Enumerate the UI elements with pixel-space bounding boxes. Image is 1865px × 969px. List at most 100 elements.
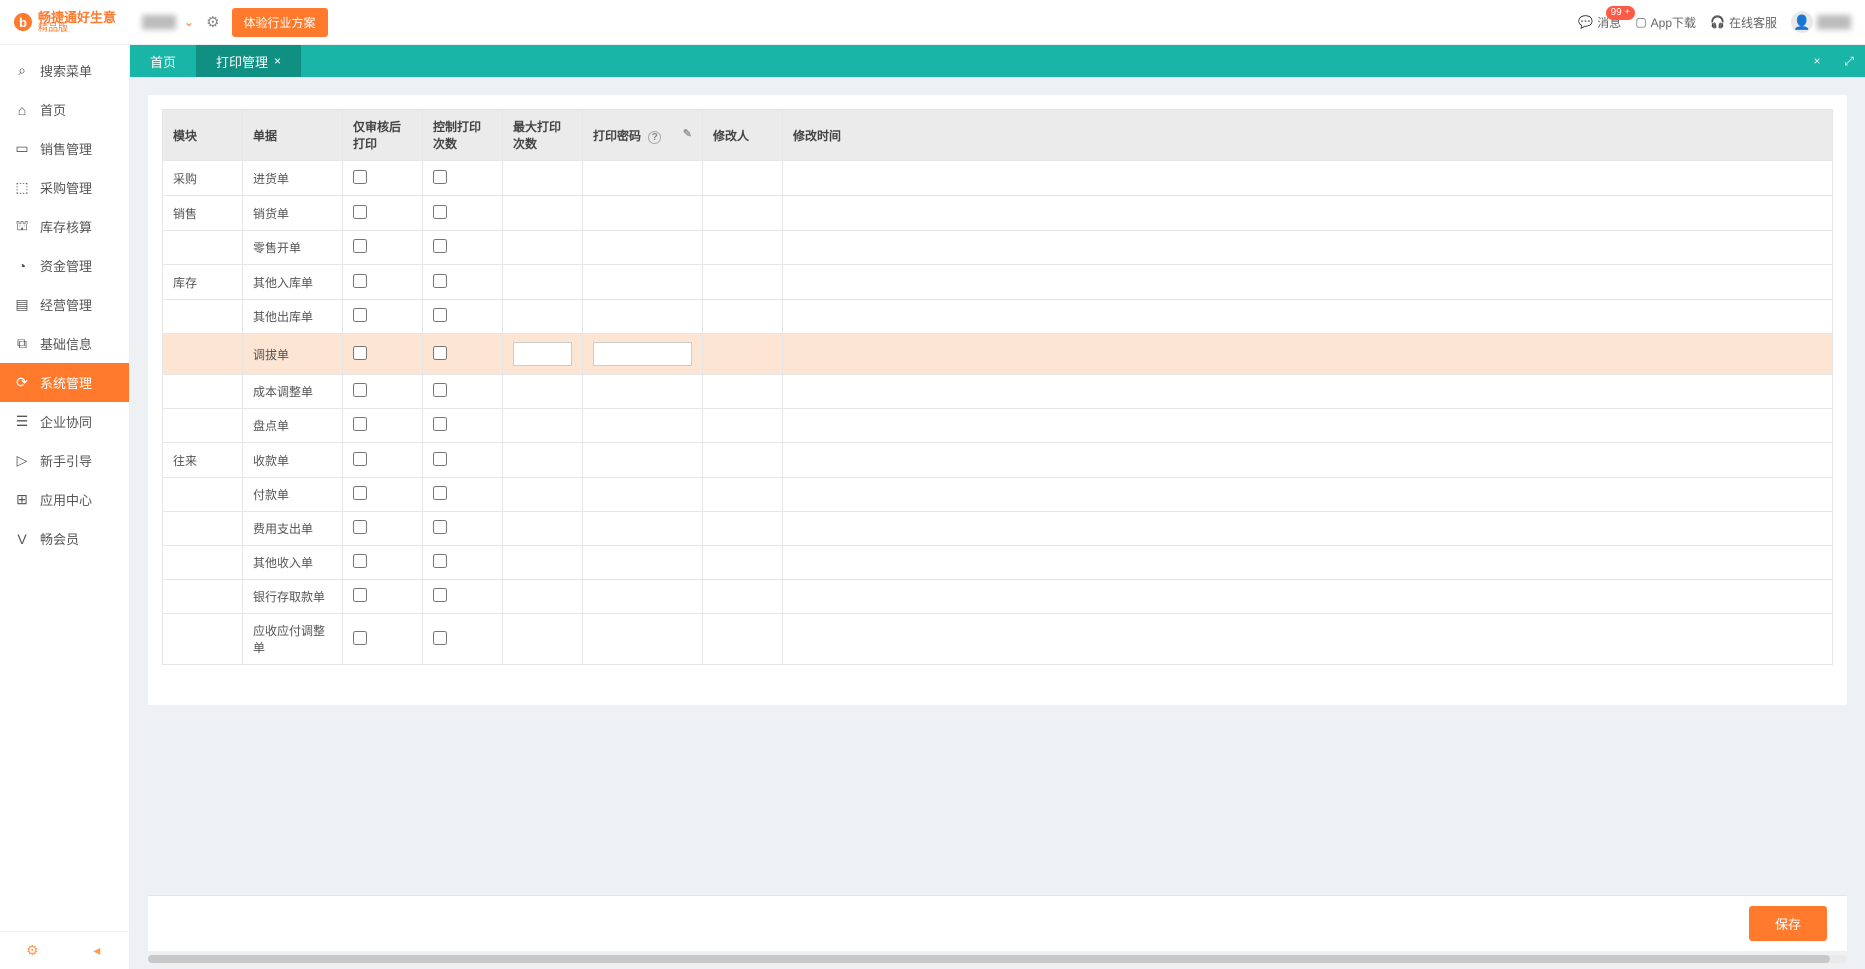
- main-shell: ⌕搜索菜单⌂首页▭销售管理⬚采购管理⛫库存核算 ◔ 资金管理 ▤经营管理⧉基础信息⟳系…: [0, 45, 1865, 969]
- cell-audit-only: [343, 231, 423, 265]
- edit-icon[interactable]: ✎: [683, 127, 692, 140]
- cell-modify-time: [783, 265, 1833, 300]
- checkbox-audit-only[interactable]: [353, 346, 367, 360]
- cell-password: [583, 614, 703, 665]
- checkbox-audit-only[interactable]: [353, 520, 367, 534]
- cell-limit-count: [423, 443, 503, 478]
- checkbox-audit-only[interactable]: [353, 631, 367, 645]
- sidebar-item-3[interactable]: ⬚采购管理: [0, 168, 129, 207]
- customer-service-link[interactable]: 🎧 在线客服: [1710, 14, 1777, 31]
- cell-modify-time: [783, 614, 1833, 665]
- sidebar-item-1[interactable]: ⌂首页: [0, 90, 129, 129]
- checkbox-audit-only[interactable]: [353, 417, 367, 431]
- checkbox-audit-only[interactable]: [353, 274, 367, 288]
- checkbox-limit-count[interactable]: [433, 486, 447, 500]
- checkbox-audit-only[interactable]: [353, 452, 367, 466]
- checkbox-limit-count[interactable]: [433, 417, 447, 431]
- checkbox-limit-count[interactable]: [433, 452, 447, 466]
- cell-module: [163, 478, 243, 512]
- checkbox-limit-count[interactable]: [433, 308, 447, 322]
- cell-module: [163, 512, 243, 546]
- messages-link[interactable]: 💬 消息 99 +: [1578, 14, 1621, 31]
- checkbox-limit-count[interactable]: [433, 554, 447, 568]
- cell-module: [163, 300, 243, 334]
- company-selector[interactable]: ████ ⌄: [142, 15, 194, 29]
- sidebar-item-10[interactable]: ▷新手引导: [0, 441, 129, 480]
- cell-audit-only: [343, 300, 423, 334]
- cell-modify-time: [783, 409, 1833, 443]
- checkbox-audit-only[interactable]: [353, 588, 367, 602]
- scrollbar-thumb[interactable]: [148, 955, 1830, 963]
- cell-modify-time: [783, 161, 1833, 196]
- checkbox-audit-only[interactable]: [353, 239, 367, 253]
- checkbox-limit-count[interactable]: [433, 239, 447, 253]
- print-settings-card: 模块 单据 仅审核后打印 控制打印次数 最大打印次数 打印密码 ? ✎ 修改人: [148, 95, 1847, 705]
- horizontal-scrollbar[interactable]: [148, 955, 1847, 965]
- th-modifier: 修改人: [703, 110, 783, 161]
- sidebar-footer: ⚙ ◂: [0, 931, 129, 969]
- tab-close-all[interactable]: ×: [1801, 45, 1833, 77]
- sidebar-item-label: 搜索菜单: [40, 61, 92, 80]
- checkbox-limit-count[interactable]: [433, 631, 447, 645]
- close-icon[interactable]: ×: [274, 54, 281, 68]
- cell-audit-only: [343, 409, 423, 443]
- checkbox-audit-only[interactable]: [353, 308, 367, 322]
- sidebar-item-5[interactable]: ◔ 资金管理: [0, 246, 129, 285]
- checkbox-audit-only[interactable]: [353, 486, 367, 500]
- cell-module: 采购: [163, 161, 243, 196]
- sidebar-item-6[interactable]: ▤经营管理: [0, 285, 129, 324]
- cell-max-count: [503, 614, 583, 665]
- input-max-count[interactable]: [513, 342, 572, 366]
- checkbox-limit-count[interactable]: [433, 520, 447, 534]
- tab-fullscreen[interactable]: ⤢: [1833, 45, 1865, 77]
- tab-0[interactable]: 首页: [130, 45, 196, 77]
- cell-audit-only: [343, 443, 423, 478]
- sidebar-icon: ◔: [14, 258, 30, 274]
- cta-button[interactable]: 体验行业方案: [232, 8, 328, 37]
- headset-icon: 🎧: [1710, 15, 1725, 29]
- cell-modify-time: [783, 546, 1833, 580]
- sidebar-list: ⌕搜索菜单⌂首页▭销售管理⬚采购管理⛫库存核算 ◔ 资金管理 ▤经营管理⧉基础信息⟳系…: [0, 45, 129, 931]
- checkbox-audit-only[interactable]: [353, 554, 367, 568]
- checkbox-audit-only[interactable]: [353, 170, 367, 184]
- checkbox-limit-count[interactable]: [433, 274, 447, 288]
- checkbox-limit-count[interactable]: [433, 346, 447, 360]
- logo-icon: b: [14, 13, 32, 31]
- company-name: ████: [142, 15, 176, 29]
- sidebar-item-2[interactable]: ▭销售管理: [0, 129, 129, 168]
- cell-max-count: [503, 196, 583, 231]
- cell-modifier: [703, 409, 783, 443]
- cell-modifier: [703, 375, 783, 409]
- gear-icon[interactable]: ⚙: [206, 13, 219, 31]
- sidebar-item-4[interactable]: ⛫库存核算: [0, 207, 129, 246]
- sidebar-settings-button[interactable]: ⚙: [0, 932, 65, 969]
- cell-modifier: [703, 161, 783, 196]
- cell-password: [583, 546, 703, 580]
- sidebar-item-9[interactable]: ☰企业协同: [0, 402, 129, 441]
- sidebar-item-0[interactable]: ⌕搜索菜单: [0, 51, 129, 90]
- checkbox-audit-only[interactable]: [353, 205, 367, 219]
- input-password[interactable]: [593, 342, 692, 366]
- checkbox-limit-count[interactable]: [433, 205, 447, 219]
- logo: b 畅捷通好生意 精品版: [14, 11, 130, 34]
- sidebar-icon: ⬚: [14, 179, 30, 196]
- cell-limit-count: [423, 546, 503, 580]
- checkbox-limit-count[interactable]: [433, 383, 447, 397]
- sidebar-item-label: 资金管理: [40, 256, 92, 275]
- app-download-link[interactable]: ▢ App下载: [1635, 14, 1696, 31]
- cell-doc: 盘点单: [243, 409, 343, 443]
- save-button[interactable]: 保存: [1749, 906, 1827, 941]
- user-menu[interactable]: 👤 ████: [1791, 11, 1851, 33]
- sidebar-collapse-button[interactable]: ◂: [65, 932, 130, 969]
- sidebar-item-12[interactable]: V畅会员: [0, 519, 129, 558]
- cell-doc: 其他入库单: [243, 265, 343, 300]
- tab-1[interactable]: 打印管理×: [196, 45, 301, 77]
- checkbox-limit-count[interactable]: [433, 170, 447, 184]
- checkbox-audit-only[interactable]: [353, 383, 367, 397]
- sidebar-item-7[interactable]: ⧉基础信息: [0, 324, 129, 363]
- cell-password: [583, 300, 703, 334]
- sidebar-item-8[interactable]: ⟳系统管理: [0, 363, 129, 402]
- sidebar-item-11[interactable]: ⊞应用中心: [0, 480, 129, 519]
- help-icon[interactable]: ?: [648, 131, 661, 144]
- checkbox-limit-count[interactable]: [433, 588, 447, 602]
